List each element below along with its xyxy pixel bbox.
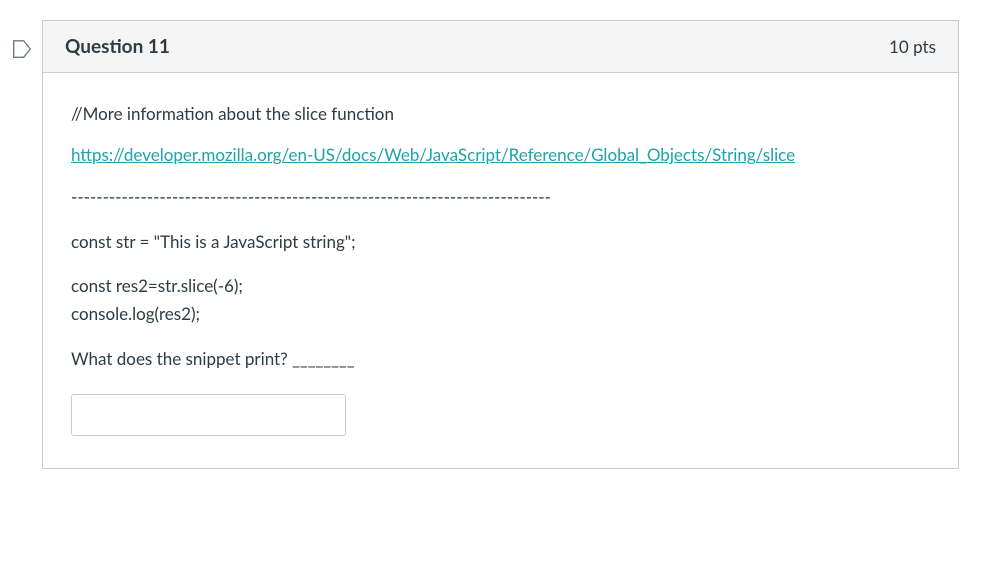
answer-input[interactable] [71,394,346,436]
reference-link-block: https://developer.mozilla.org/en-US/docs… [71,141,930,170]
code-block-2: const res2=str.slice(-6); console.log(re… [71,273,930,328]
question-wrapper: Question 11 10 pts //More information ab… [10,20,959,469]
question-points: 10 pts [889,36,936,57]
bookmark-icon[interactable] [10,38,32,64]
reference-link[interactable]: https://developer.mozilla.org/en-US/docs… [71,144,795,165]
question-prompt: What does the snippet print? ________ [71,346,930,372]
question-card: Question 11 10 pts //More information ab… [42,20,959,469]
question-comment: //More information about the slice funct… [71,101,930,127]
divider-line: ----------------------------------------… [71,184,930,210]
question-body: //More information about the slice funct… [43,73,958,468]
code-line: const str = "This is a JavaScript string… [71,229,930,255]
code-line: const res2=str.slice(-6); [71,273,930,299]
code-block-1: const str = "This is a JavaScript string… [71,229,930,255]
code-line: console.log(res2); [71,301,930,327]
question-header: Question 11 10 pts [43,21,958,73]
question-title: Question 11 [65,35,170,58]
